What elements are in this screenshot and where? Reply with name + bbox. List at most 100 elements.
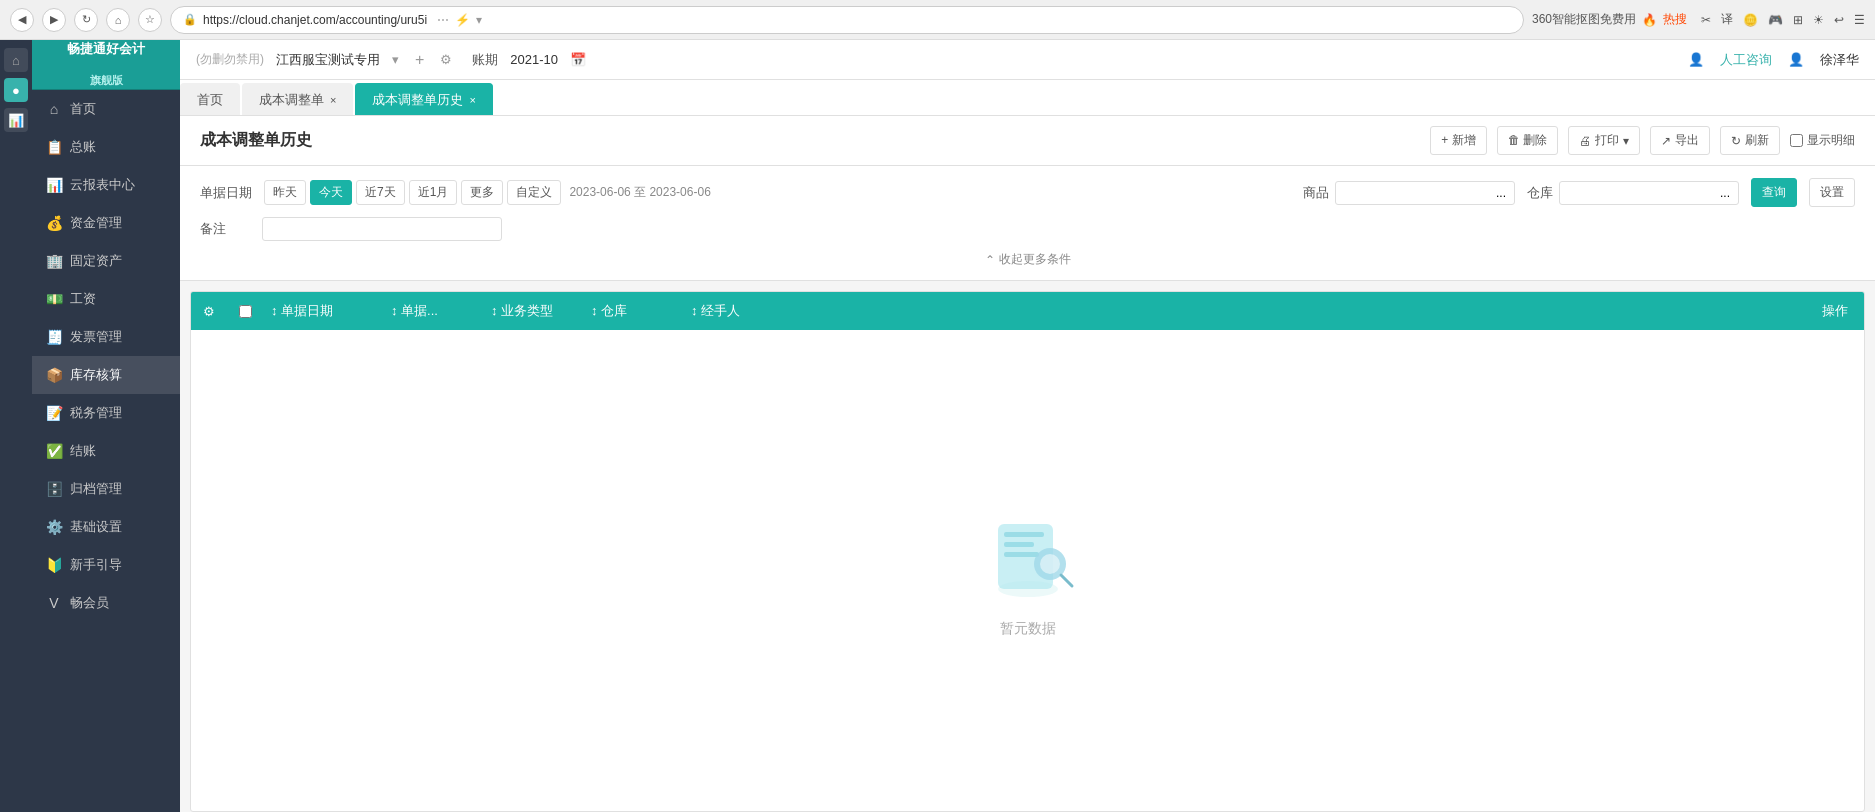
rail-home[interactable]: ⌂ — [4, 48, 28, 72]
table-area: ⚙ ↕ 单据日期 ↕ 单据... ↕ 业务类型 ↕ 仓库 — [190, 291, 1865, 812]
th-number[interactable]: ↕ 单据... — [383, 292, 483, 330]
tab-cost-adjust-history-close[interactable]: × — [469, 94, 475, 106]
date-buttons: 昨天 今天 近7天 近1月 更多 自定义 2023-06-06 至 2023-0… — [264, 180, 711, 205]
table-select-all[interactable] — [227, 305, 263, 318]
table-header: ⚙ ↕ 单据日期 ↕ 单据... ↕ 业务类型 ↕ 仓库 — [191, 292, 1864, 330]
refresh-icon: ↻ — [1731, 134, 1741, 148]
print-chevron: ▾ — [1623, 134, 1629, 148]
th-date-label: ↕ 单据日期 — [271, 302, 333, 320]
sidebar-item-salary[interactable]: 💵 工资 — [32, 280, 180, 318]
new-button[interactable]: + 新增 — [1430, 126, 1486, 155]
print-label: 打印 — [1595, 132, 1619, 149]
tab-cost-adjust-label: 成本调整单 — [259, 91, 324, 109]
search-label: 360智能抠图免费用 — [1532, 11, 1636, 28]
filter-area: 单据日期 昨天 今天 近7天 近1月 更多 自定义 2023-06-06 至 2… — [180, 166, 1875, 281]
tab-cost-adjust-history[interactable]: 成本调整单历史 × — [355, 83, 492, 115]
tab-home[interactable]: 首页 — [180, 83, 240, 115]
rail-active[interactable]: ● — [4, 78, 28, 102]
date-btn-custom[interactable]: 自定义 — [507, 180, 561, 205]
print-button[interactable]: 🖨 打印 ▾ — [1568, 126, 1640, 155]
back-button[interactable]: ◀ — [10, 8, 34, 32]
date-btn-1month[interactable]: 近1月 — [409, 180, 458, 205]
dots-icon: ⋯ — [437, 13, 449, 27]
th-number-label: ↕ 单据... — [391, 302, 438, 320]
service-link[interactable]: 人工咨询 — [1720, 51, 1772, 69]
sidebar-nav: ⌂ 首页 📋 总账 📊 云报表中心 💰 资金管理 🏢 固定资产 💵 工资 — [32, 90, 180, 812]
sun-icon: ☀ — [1813, 13, 1824, 27]
date-btn-yesterday[interactable]: 昨天 — [264, 180, 306, 205]
sidebar-label-reports: 云报表中心 — [70, 176, 135, 194]
sidebar-label-inventory: 库存核算 — [70, 366, 122, 384]
delete-button[interactable]: 🗑 删除 — [1497, 126, 1558, 155]
th-handler[interactable]: ↕ 经手人 — [683, 292, 803, 330]
sidebar-label-settings: 基础设置 — [70, 518, 122, 536]
gear-icon[interactable]: ⚙ — [440, 52, 452, 67]
sidebar-item-close[interactable]: ✅ 结账 — [32, 432, 180, 470]
warehouse-select[interactable]: ... — [1559, 181, 1739, 205]
th-date[interactable]: ↕ 单据日期 — [263, 292, 383, 330]
sidebar-item-reports[interactable]: 📊 云报表中心 — [32, 166, 180, 204]
svg-line-7 — [1061, 575, 1072, 586]
query-button[interactable]: 查询 — [1751, 178, 1797, 207]
sidebar-item-funds[interactable]: 💰 资金管理 — [32, 204, 180, 242]
note-input[interactable] — [262, 217, 502, 241]
grid-icon: ⊞ — [1793, 13, 1803, 27]
goods-select[interactable]: ... — [1335, 181, 1515, 205]
sidebar-item-assets[interactable]: 🏢 固定资产 — [32, 242, 180, 280]
add-icon[interactable]: + — [415, 51, 424, 69]
show-detail-checkbox[interactable] — [1790, 134, 1803, 147]
rail-item-1[interactable]: 📊 — [4, 108, 28, 132]
date-btn-today[interactable]: 今天 — [310, 180, 352, 205]
user-name: 徐泽华 — [1820, 51, 1859, 69]
th-ops-label: 操作 — [1822, 302, 1848, 320]
sidebar: 畅捷通好会计 旗舰版 ⌂ 首页 📋 总账 📊 云报表中心 💰 资金管理 � — [32, 40, 180, 812]
th-handler-label: ↕ 经手人 — [691, 302, 740, 320]
tab-home-label: 首页 — [197, 91, 223, 109]
dropdown-icon[interactable]: ▾ — [392, 52, 399, 67]
sidebar-item-tax[interactable]: 📝 税务管理 — [32, 394, 180, 432]
sidebar-item-home[interactable]: ⌂ 首页 — [32, 90, 180, 128]
logo-line2: 旗舰版 — [67, 73, 145, 87]
tab-cost-adjust[interactable]: 成本调整单 × — [242, 83, 353, 115]
sidebar-item-ledger[interactable]: 📋 总账 — [32, 128, 180, 166]
sidebar-item-inventory[interactable]: 📦 库存核算 — [32, 356, 180, 394]
show-detail-toggle[interactable]: 显示明细 — [1790, 132, 1855, 149]
period-value: 2021-10 — [510, 52, 558, 67]
refresh-button[interactable]: ↻ — [74, 8, 98, 32]
sidebar-item-archive[interactable]: 🗄️ 归档管理 — [32, 470, 180, 508]
star-button[interactable]: ☆ — [138, 8, 162, 32]
empty-illustration — [978, 504, 1078, 604]
inventory-icon: 📦 — [46, 367, 62, 383]
th-warehouse[interactable]: ↕ 仓库 — [583, 292, 683, 330]
select-all-checkbox[interactable] — [239, 305, 252, 318]
table-settings-icon[interactable]: ⚙ — [191, 292, 227, 330]
settings-filter-button[interactable]: 设置 — [1809, 178, 1855, 207]
sidebar-item-settings[interactable]: ⚙️ 基础设置 — [32, 508, 180, 546]
svg-rect-3 — [1004, 542, 1034, 547]
date-btn-more[interactable]: 更多 — [461, 180, 503, 205]
sidebar-item-member[interactable]: V 畅会员 — [32, 584, 180, 622]
collapse-button[interactable]: ⌃ 收起更多条件 — [985, 251, 1071, 268]
lightning-icon: ⚡ — [455, 13, 470, 27]
sidebar-label-home: 首页 — [70, 100, 96, 118]
date-btn-7days[interactable]: 近7天 — [356, 180, 405, 205]
empty-state: 暂元数据 — [191, 330, 1864, 811]
forward-button[interactable]: ▶ — [42, 8, 66, 32]
sidebar-item-guide[interactable]: 🔰 新手引导 — [32, 546, 180, 584]
browser-bar: ◀ ▶ ↻ ⌂ ☆ 🔒 https://cloud.chanjet.com/ac… — [0, 0, 1875, 40]
main-content: 成本调整单历史 + 新增 🗑 删除 🖨 打印 ▾ ↗ 导出 ↻ — [180, 116, 1875, 812]
home-icon: ⌂ — [46, 101, 62, 117]
date-range-display: 2023-06-06 至 2023-06-06 — [569, 184, 710, 201]
export-button[interactable]: ↗ 导出 — [1650, 126, 1710, 155]
goods-more-icon: ... — [1496, 186, 1506, 200]
home-button[interactable]: ⌂ — [106, 8, 130, 32]
sidebar-item-invoice[interactable]: 🧾 发票管理 — [32, 318, 180, 356]
tab-cost-adjust-close[interactable]: × — [330, 94, 336, 106]
refresh-button[interactable]: ↻ 刷新 — [1720, 126, 1780, 155]
th-type[interactable]: ↕ 业务类型 — [483, 292, 583, 330]
chevron-down-icon: ▾ — [476, 13, 482, 27]
top-bar-right: 👤 人工咨询 👤 徐泽华 — [1688, 51, 1859, 69]
calendar-icon[interactable]: 📅 — [570, 52, 586, 67]
hot-label: 热搜 — [1663, 11, 1687, 28]
url-bar[interactable]: 🔒 https://cloud.chanjet.com/accounting/u… — [170, 6, 1524, 34]
